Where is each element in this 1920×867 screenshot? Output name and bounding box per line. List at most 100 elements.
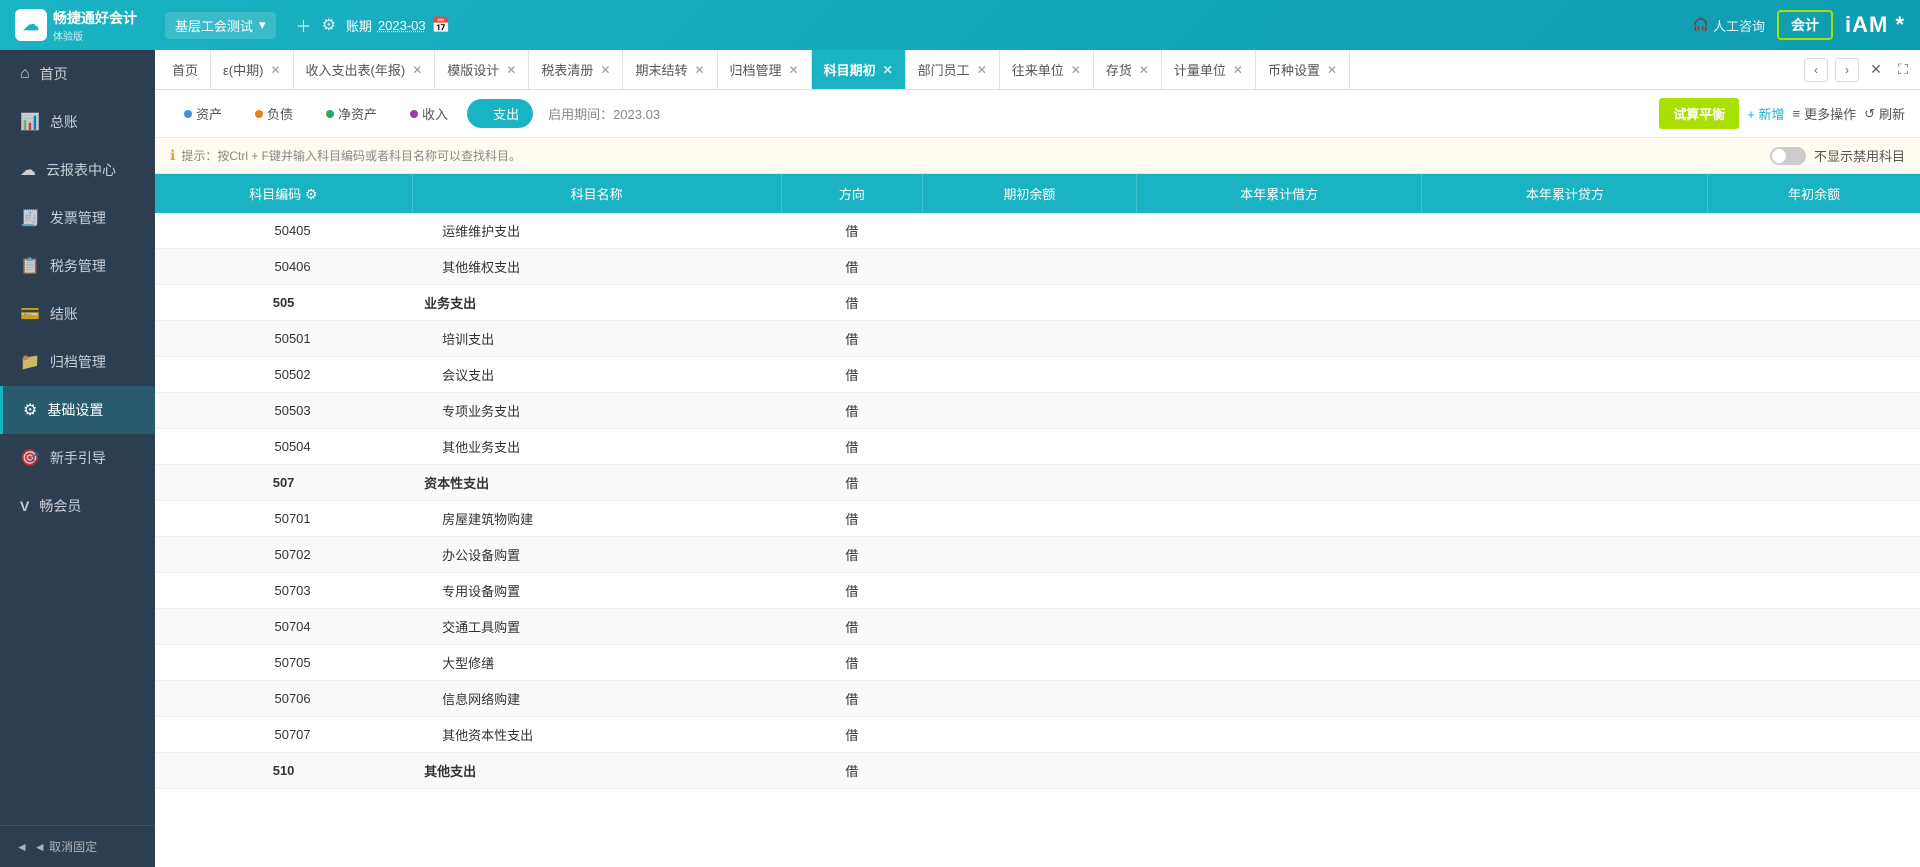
chevron-down-icon: ▾: [259, 17, 266, 33]
add-button[interactable]: + 新增: [1747, 104, 1784, 123]
tab-prev-button[interactable]: ‹: [1804, 58, 1828, 82]
tab-close-icon[interactable]: ✕: [694, 63, 704, 77]
account-button[interactable]: 会计: [1777, 10, 1833, 40]
refresh-icon: ↺: [1864, 106, 1875, 122]
tab-home[interactable]: 首页: [160, 50, 211, 90]
tab-label: ε(中期): [223, 60, 263, 79]
table-row[interactable]: 50703 专用设备购置 借: [155, 573, 1920, 609]
tab-close-icon[interactable]: ✕: [600, 63, 610, 77]
table-row[interactable]: 50707 其他资本性支出 借: [155, 717, 1920, 753]
tab-close-icon[interactable]: ✕: [977, 63, 987, 77]
cell-year-balance: [1708, 609, 1920, 645]
add-tab-button[interactable]: ＋: [296, 13, 312, 37]
table-row[interactable]: 50701 房屋建筑物购建 借: [155, 501, 1920, 537]
sub-tab-income[interactable]: 收入: [396, 99, 462, 128]
cell-code: 50707: [155, 717, 412, 753]
cell-debit: [1136, 645, 1422, 681]
tab-label: 科目期初: [824, 60, 876, 79]
table-row[interactable]: 50704 交通工具购置 借: [155, 609, 1920, 645]
sidebar-item-label: 发票管理: [50, 208, 106, 228]
table-row[interactable]: 50502 会议支出 借: [155, 357, 1920, 393]
sidebar-item-home[interactable]: ⌂ 首页: [0, 50, 155, 98]
table-row[interactable]: 50406 其他维权支出 借: [155, 249, 1920, 285]
refresh-button[interactable]: ↺ 刷新: [1864, 104, 1905, 123]
sidebar-item-settings[interactable]: ⚙ 基础设置: [0, 386, 155, 434]
sub-tab-liabilities[interactable]: 负债: [241, 99, 307, 128]
sidebar-item-checkout[interactable]: 💳 结账: [0, 290, 155, 338]
table-row[interactable]: 50706 信息网络购建 借: [155, 681, 1920, 717]
cell-year-balance: [1708, 213, 1920, 249]
sidebar-collapse-button[interactable]: ◄ ◄ 取消固定: [0, 825, 155, 867]
tab-close-icon[interactable]: ✕: [1233, 63, 1243, 77]
customer-service-button[interactable]: 🎧 人工咨询: [1693, 16, 1765, 35]
sub-tab-assets[interactable]: 资产: [170, 99, 236, 128]
sub-tab-net-assets[interactable]: 净资产: [312, 99, 391, 128]
tab-subject-init[interactable]: 科目期初 ✕: [812, 50, 906, 90]
cell-balance: [923, 285, 1137, 321]
tab-close-icon[interactable]: ✕: [1071, 63, 1081, 77]
tab-period-end[interactable]: 期末结转 ✕: [623, 50, 717, 90]
tab-close-icon[interactable]: ✕: [789, 63, 799, 77]
sidebar-item-reports[interactable]: ☁ 云报表中心: [0, 146, 155, 194]
tab-income-year[interactable]: 收入支出表(年报) ✕: [294, 50, 436, 90]
tab-archive-mgmt[interactable]: 归档管理 ✕: [718, 50, 812, 90]
cell-name: 专项业务支出: [412, 393, 781, 429]
company-selector[interactable]: 基层工会测试 ▾: [165, 12, 276, 39]
tab-inventory[interactable]: 存货 ✕: [1094, 50, 1162, 90]
tab-close-icon[interactable]: ✕: [883, 63, 893, 77]
table-row[interactable]: 507 资本性支出 借: [155, 465, 1920, 501]
tab-close-icon[interactable]: ✕: [1327, 63, 1337, 77]
tab-currency[interactable]: 币种设置 ✕: [1256, 50, 1350, 90]
sidebar-item-label: 云报表中心: [46, 160, 116, 180]
sidebar-item-ledger[interactable]: 📊 总账: [0, 98, 155, 146]
sidebar-item-member[interactable]: V 畅会员: [0, 482, 155, 530]
sidebar-item-archive[interactable]: 📁 归档管理: [0, 338, 155, 386]
table-row[interactable]: 510 其他支出 借: [155, 753, 1920, 789]
table-row[interactable]: 50705 大型修缮 借: [155, 645, 1920, 681]
table-row[interactable]: 50405 运维维护支出 借: [155, 213, 1920, 249]
tab-close-icon[interactable]: ✕: [1139, 63, 1149, 77]
tab-label: 模版设计: [447, 60, 499, 79]
disable-toggle[interactable]: [1770, 147, 1806, 165]
cell-year-balance: [1708, 501, 1920, 537]
sidebar-item-invoice[interactable]: 🧾 发票管理: [0, 194, 155, 242]
tab-unit[interactable]: 计量单位 ✕: [1162, 50, 1256, 90]
table-row[interactable]: 50504 其他业务支出 借: [155, 429, 1920, 465]
col-settings-icon[interactable]: ⚙: [305, 186, 318, 202]
sub-tab-expenditure[interactable]: 支出: [467, 99, 533, 128]
table-row[interactable]: 50503 专项业务支出 借: [155, 393, 1920, 429]
tab-dept-staff[interactable]: 部门员工 ✕: [906, 50, 1000, 90]
cell-credit: [1422, 537, 1708, 573]
tab-label: 往来单位: [1012, 60, 1064, 79]
tab-close-icon[interactable]: ✕: [412, 63, 422, 77]
logo-text-area: 畅捷通好会计 体验版: [53, 8, 137, 43]
tab-close-all-button[interactable]: ✕: [1864, 58, 1888, 82]
assets-dot: [184, 110, 192, 118]
cell-name: 资本性支出: [412, 465, 781, 501]
sidebar-item-guide[interactable]: 🎯 新手引导: [0, 434, 155, 482]
sidebar-item-tax[interactable]: 📋 税务管理: [0, 242, 155, 290]
tab-tax-list[interactable]: 税表清册 ✕: [529, 50, 623, 90]
more-actions-button[interactable]: ≡ 更多操作: [1792, 104, 1856, 123]
tab-label: 首页: [172, 60, 198, 79]
table-row[interactable]: 505 业务支出 借: [155, 285, 1920, 321]
cell-credit: [1422, 285, 1708, 321]
cell-direction: 借: [781, 249, 923, 285]
table-row[interactable]: 50501 培训支出 借: [155, 321, 1920, 357]
cell-name: 专用设备购置: [412, 573, 781, 609]
tab-close-icon[interactable]: ✕: [270, 63, 280, 77]
tab-template[interactable]: 模版设计 ✕: [435, 50, 529, 90]
settings-icon[interactable]: ⚙: [322, 15, 336, 35]
tab-close-icon[interactable]: ✕: [506, 63, 516, 77]
tab-midterm[interactable]: ε(中期) ✕: [211, 50, 294, 90]
trial-balance-button[interactable]: 试算平衡: [1659, 98, 1739, 129]
tab-next-button[interactable]: ›: [1835, 58, 1859, 82]
cell-credit: [1422, 393, 1708, 429]
cell-credit: [1422, 321, 1708, 357]
table-row[interactable]: 50702 办公设备购置 借: [155, 537, 1920, 573]
cell-direction: 借: [781, 573, 923, 609]
period-value[interactable]: 2023-03: [378, 18, 426, 33]
calendar-icon[interactable]: 📅: [432, 16, 451, 34]
tab-expand-button[interactable]: ⛶: [1891, 58, 1915, 82]
tab-contacts[interactable]: 往来单位 ✕: [1000, 50, 1094, 90]
